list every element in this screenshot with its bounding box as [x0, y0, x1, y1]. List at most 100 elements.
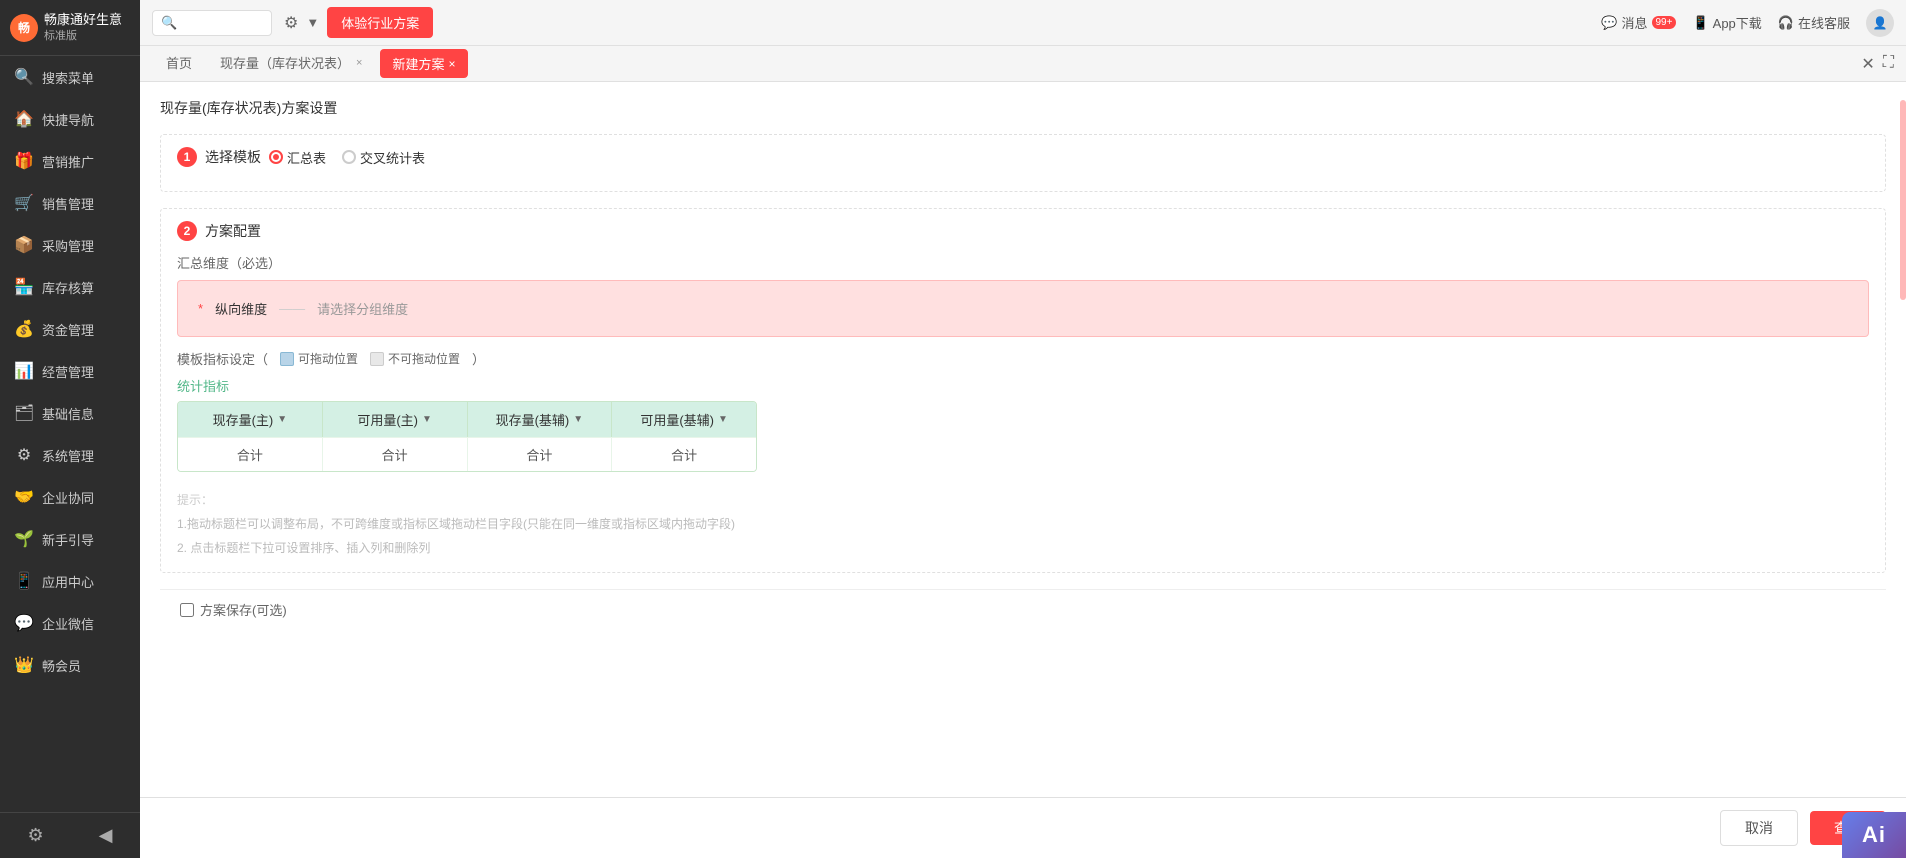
- radio-summary[interactable]: 汇总表: [269, 148, 326, 167]
- sidebar: 畅 畅康通好生意 标准版 🔍 搜索菜单 🏠 快捷导航 🎁 营销推广 🛒 销售管理…: [0, 0, 140, 858]
- topbar-gear-icon[interactable]: ⚙: [284, 13, 298, 33]
- stats-table-data-row: 合计 合计 合计 合计: [178, 437, 756, 471]
- app-name: 畅康通好生意: [44, 12, 122, 29]
- required-mark: *: [198, 301, 203, 316]
- step1-section: 1 选择模板 汇总表 交叉统计表: [160, 134, 1886, 192]
- stats-table: 现存量(主) ▼ 可用量(主) ▼ 现存量(基辅) ▼ 可用量(基辅): [177, 401, 757, 472]
- tab-inventory-close-icon[interactable]: ×: [356, 57, 362, 69]
- message-item[interactable]: 💬 消息 99+: [1601, 13, 1676, 32]
- sidebar-item-inventory[interactable]: 🏪 库存核算: [0, 266, 140, 308]
- sidebar-item-finance-label: 资金管理: [42, 320, 94, 339]
- app-name-block: 畅康通好生意 标准版: [44, 12, 122, 43]
- headset-icon: 🎧: [1778, 15, 1794, 31]
- settings-bottom-icon[interactable]: ⚙: [24, 821, 48, 850]
- stats-col-2-dropdown[interactable]: ▼: [573, 414, 583, 425]
- sidebar-item-newbie[interactable]: 🌱 新手引导: [0, 518, 140, 560]
- topbar-search-input[interactable]: [181, 16, 261, 30]
- home-icon: 🏠: [14, 109, 34, 129]
- cancel-button[interactable]: 取消: [1720, 810, 1798, 846]
- sidebar-item-marketing[interactable]: 🎁 营销推广: [0, 140, 140, 182]
- radio-cross-circle: [342, 150, 356, 164]
- sidebar-item-purchase-label: 采购管理: [42, 236, 94, 255]
- stats-col-2-label: 现存量(基辅): [496, 410, 570, 429]
- step2-badge: 2: [177, 221, 197, 241]
- non-draggable-label: 不可拖动位置: [388, 350, 460, 367]
- dimension-box[interactable]: * 纵向维度 —— 请选择分组维度: [177, 280, 1869, 337]
- stats-cell-0: 合计: [178, 438, 323, 471]
- step2-section: 2 方案配置 汇总维度（必选） * 纵向维度 —— 请选择分组维度 模板指标设定…: [160, 208, 1886, 573]
- sidebar-item-sales[interactable]: 🛒 销售管理: [0, 182, 140, 224]
- tab-close-all-icon[interactable]: ✕: [1861, 54, 1874, 74]
- topbar: 🔍 ⚙ ▼ 体验行业方案 💬 消息 99+ 📱 App下载 🎧 在线客服 👤: [140, 0, 1906, 46]
- sidebar-item-system[interactable]: ⚙ 系统管理: [0, 434, 140, 476]
- stats-col-0: 现存量(主) ▼: [178, 402, 323, 437]
- sidebar-item-app-center[interactable]: 📱 应用中心: [0, 560, 140, 602]
- stats-col-3-dropdown[interactable]: ▼: [718, 414, 728, 425]
- stats-cell-3: 合计: [612, 438, 756, 471]
- template-radio-group: 汇总表 交叉统计表: [269, 148, 425, 167]
- tips-title: 提示：: [177, 493, 213, 507]
- stats-col-0-dropdown[interactable]: ▼: [277, 414, 287, 425]
- step1-badge: 1: [177, 147, 197, 167]
- tab-inventory-status[interactable]: 现存量（库存状况表） ×: [206, 45, 376, 82]
- tab-new-plan-label: 新建方案: [392, 54, 444, 73]
- tab-new-plan-close-icon[interactable]: ×: [448, 57, 455, 71]
- radio-summary-label: 汇总表: [287, 148, 326, 167]
- sidebar-item-operations[interactable]: 📊 经营管理: [0, 350, 140, 392]
- app-version: 标准版: [44, 29, 122, 43]
- app-center-icon: 📱: [14, 571, 34, 591]
- industry-plan-button[interactable]: 体验行业方案: [327, 7, 433, 38]
- topbar-right: 💬 消息 99+ 📱 App下载 🎧 在线客服 👤: [1601, 9, 1894, 37]
- message-label: 消息: [1621, 13, 1647, 32]
- dimension-label: 汇总维度（必选）: [177, 253, 1869, 272]
- enterprise-icon: 🤝: [14, 487, 34, 507]
- base-info-icon: 🗂: [14, 403, 34, 423]
- tab-inventory-status-label: 现存量（库存状况表）: [220, 53, 350, 72]
- user-avatar[interactable]: 👤: [1866, 9, 1894, 37]
- customer-service-item[interactable]: 🎧 在线客服: [1778, 13, 1850, 32]
- sidebar-item-app-center-label: 应用中心: [42, 572, 94, 591]
- sidebar-item-system-label: 系统管理: [42, 446, 94, 465]
- stats-cell-2: 合计: [468, 438, 613, 471]
- stats-col-3-label: 可用量(基辅): [640, 410, 714, 429]
- sidebar-item-quick-nav[interactable]: 🏠 快捷导航: [0, 98, 140, 140]
- sidebar-item-wechat[interactable]: 💬 企业微信: [0, 602, 140, 644]
- stats-col-1: 可用量(主) ▼: [323, 402, 468, 437]
- topbar-search-box[interactable]: 🔍: [152, 10, 272, 36]
- tips-section: 提示： 1.拖动标题栏可以调整布局，不可跨维度或指标区域拖动栏目字段(只能在同一…: [177, 488, 1869, 560]
- radio-cross[interactable]: 交叉统计表: [342, 148, 425, 167]
- dim-placeholder: 请选择分组维度: [317, 299, 408, 318]
- tab-home[interactable]: 首页: [152, 45, 206, 82]
- sidebar-nav: 🔍 搜索菜单 🏠 快捷导航 🎁 营销推广 🛒 销售管理 📦 采购管理 🏪 库存核…: [0, 56, 140, 812]
- tab-new-plan[interactable]: 新建方案 ×: [380, 49, 467, 78]
- sidebar-item-finance[interactable]: 💰 资金管理: [0, 308, 140, 350]
- sidebar-item-enterprise-label: 企业协同: [42, 488, 94, 507]
- indicators-label-text: 模板指标设定（: [177, 349, 268, 368]
- sidebar-item-search[interactable]: 🔍 搜索菜单: [0, 56, 140, 98]
- app-download-item[interactable]: 📱 App下载: [1692, 13, 1761, 32]
- marketing-icon: 🎁: [14, 151, 34, 171]
- collapse-icon[interactable]: ◀: [95, 821, 117, 850]
- member-icon: 👑: [14, 655, 34, 675]
- sidebar-item-purchase[interactable]: 📦 采购管理: [0, 224, 140, 266]
- sidebar-item-member[interactable]: 👑 畅会员: [0, 644, 140, 686]
- sales-icon: 🛒: [14, 193, 34, 213]
- sidebar-item-enterprise[interactable]: 🤝 企业协同: [0, 476, 140, 518]
- purchase-icon: 📦: [14, 235, 34, 255]
- save-plan-checkbox[interactable]: [180, 603, 194, 617]
- page-title: 现存量(库存状况表)方案设置: [160, 98, 1886, 118]
- tab-home-label: 首页: [166, 53, 192, 72]
- inventory-icon: 🏪: [14, 277, 34, 297]
- save-plan-label: 方案保存(可选): [200, 600, 287, 619]
- scrollbar-thumb[interactable]: [1900, 100, 1906, 300]
- step1-title: 选择模板: [205, 147, 261, 167]
- ai-badge[interactable]: Ai: [1842, 812, 1906, 858]
- sidebar-item-marketing-label: 营销推广: [42, 152, 94, 171]
- stats-col-1-dropdown[interactable]: ▼: [422, 414, 432, 425]
- tab-bar-end: ✕ ⛶: [1861, 54, 1894, 74]
- sidebar-bottom: ⚙ ◀: [0, 812, 140, 858]
- tab-expand-icon[interactable]: ⛶: [1883, 54, 1894, 74]
- topbar-dropdown-icon[interactable]: ▼: [306, 15, 319, 30]
- tip-item-1: 2. 点击标题栏下拉可设置排序、插入列和删除列: [177, 536, 1869, 560]
- sidebar-item-base-info[interactable]: 🗂 基础信息: [0, 392, 140, 434]
